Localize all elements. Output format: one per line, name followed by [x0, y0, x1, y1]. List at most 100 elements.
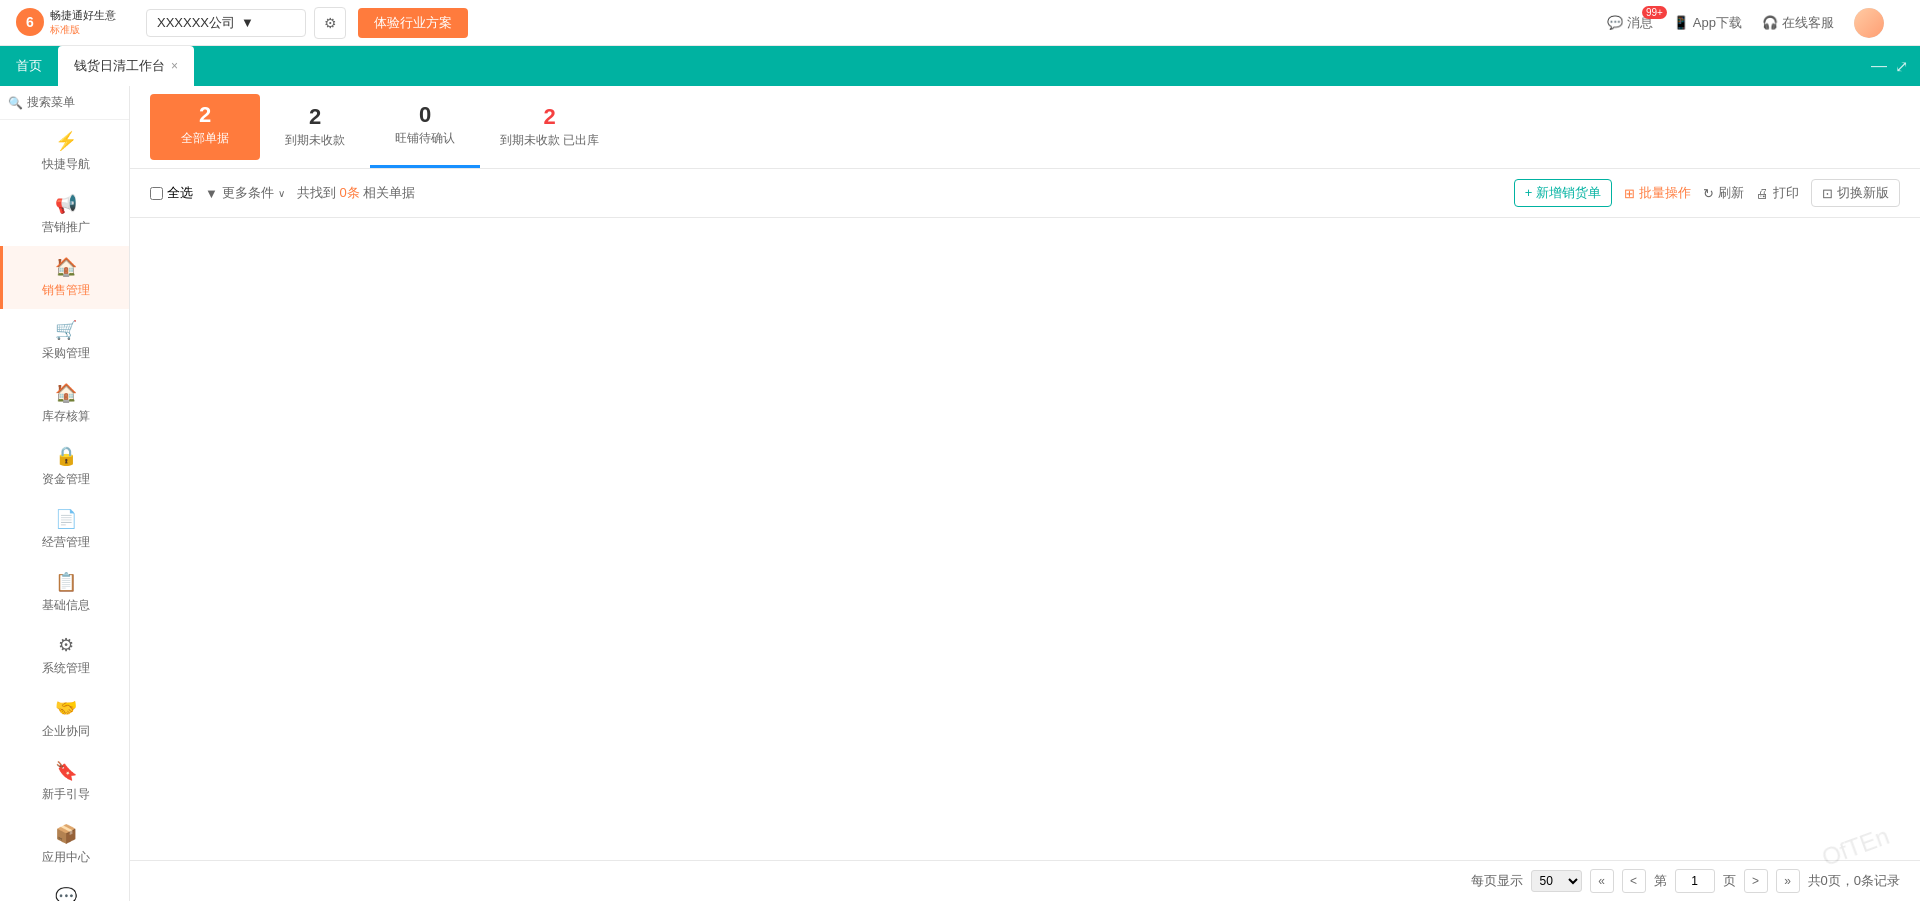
stat-tab-overdue-shipped[interactable]: 2 到期未收款 已出库	[480, 86, 619, 168]
filter-icon: ▼	[205, 186, 218, 201]
batch-icon: ⊞	[1624, 186, 1635, 201]
sidebar-item-operations[interactable]: 📄 经营管理	[0, 498, 129, 561]
tab-minimize-button[interactable]: —	[1871, 57, 1887, 75]
system-icon: ⚙	[58, 634, 74, 656]
sidebar-item-basic-info[interactable]: 📋 基础信息	[0, 561, 129, 624]
sidebar-item-operations-label: 经营管理	[42, 534, 90, 551]
app-download-label: App下载	[1693, 14, 1742, 32]
stat-num-all: 2	[199, 104, 211, 126]
page-input[interactable]	[1675, 869, 1715, 893]
per-page-select[interactable]: 50 20 100	[1531, 870, 1582, 892]
print-icon: 🖨	[1756, 186, 1769, 201]
trial-button[interactable]: 体验行业方案	[358, 8, 468, 38]
page-label: 第	[1654, 872, 1667, 890]
select-all-checkbox[interactable]: 全选	[150, 184, 193, 202]
stat-num-wangpu: 0	[419, 104, 431, 126]
logo-area: 6 畅捷通好生意 标准版	[16, 8, 146, 36]
sidebar-item-finance-label: 资金管理	[42, 471, 90, 488]
stat-num-overdue: 2	[309, 106, 321, 128]
stat-tab-wangpu[interactable]: 0 旺铺待确认	[370, 86, 480, 168]
per-page-label: 每页显示	[1471, 872, 1523, 890]
result-suffix: 相关单据	[363, 185, 415, 200]
sidebar-search[interactable]: 🔍 搜索菜单	[0, 86, 129, 120]
operations-icon: 📄	[55, 508, 77, 530]
message-badge: 99+	[1642, 6, 1667, 19]
marketing-icon: 📢	[55, 193, 77, 215]
content-area: 2 全部单据 2 到期未收款 0 旺铺待确认 2 到期未收款 已出库 全选	[130, 86, 1920, 901]
settings-button[interactable]: ⚙	[314, 7, 346, 39]
online-service-label: 在线客服	[1782, 14, 1834, 32]
filter-label: 更多条件	[222, 184, 274, 202]
stat-label-wangpu: 旺铺待确认	[395, 130, 455, 147]
new-order-button[interactable]: + 新增销货单	[1514, 179, 1612, 207]
online-service-button[interactable]: 🎧 在线客服	[1762, 14, 1834, 32]
sidebar-item-shortcut-label: 快捷导航	[42, 156, 90, 173]
app-download-button[interactable]: 📱 App下载	[1673, 14, 1742, 32]
avatar-image	[1854, 8, 1884, 38]
refresh-icon: ↻	[1703, 186, 1714, 201]
sidebar-item-appstore-label: 应用中心	[42, 849, 90, 866]
sidebar-item-purchase[interactable]: 🛒 采购管理	[0, 309, 129, 372]
sidebar-item-inventory-label: 库存核算	[42, 408, 90, 425]
stat-tab-all[interactable]: 2 全部单据	[150, 94, 260, 160]
toolbar: 全选 ▼ 更多条件 ∨ 共找到 0条 相关单据 + 新增销货单 ⊞ 批量操作 ↻	[130, 169, 1920, 218]
sidebar-item-system[interactable]: ⚙ 系统管理	[0, 624, 129, 687]
refresh-button[interactable]: ↻ 刷新	[1703, 184, 1744, 202]
last-page-button[interactable]: »	[1776, 869, 1800, 893]
sidebar-item-marketing[interactable]: 📢 营销推广	[0, 183, 129, 246]
next-page-button[interactable]: >	[1744, 869, 1768, 893]
sidebar-search-label: 搜索菜单	[27, 94, 75, 111]
first-page-icon: «	[1598, 874, 1605, 888]
print-label: 打印	[1773, 184, 1799, 202]
tab-home[interactable]: 首页	[0, 46, 58, 86]
company-selector[interactable]: XXXXXX公司 ▼	[146, 9, 306, 37]
toolbar-right: + 新增销货单 ⊞ 批量操作 ↻ 刷新 🖨 打印 ⊡ 切换新版	[1514, 179, 1900, 207]
refresh-label: 刷新	[1718, 184, 1744, 202]
shortcut-icon: ⚡	[55, 130, 77, 152]
sidebar-item-sales[interactable]: 🏠 销售管理	[0, 246, 129, 309]
stat-label-overdue-shipped: 到期未收款 已出库	[500, 132, 599, 149]
sidebar-item-system-label: 系统管理	[42, 660, 90, 677]
first-page-button[interactable]: «	[1590, 869, 1614, 893]
switch-label: 切换新版	[1837, 184, 1889, 202]
appstore-icon: 📦	[55, 823, 77, 845]
sidebar-item-basic-info-label: 基础信息	[42, 597, 90, 614]
logo-badge: 标准版	[50, 23, 116, 37]
chevron-icon: ∨	[278, 188, 285, 199]
tab-active[interactable]: 钱货日清工作台 ×	[58, 46, 194, 86]
checkbox-input[interactable]	[150, 187, 163, 200]
print-button[interactable]: 🖨 打印	[1756, 184, 1799, 202]
sidebar-item-enterprise[interactable]: 🤝 企业协同	[0, 687, 129, 750]
result-text: 共找到 0条 相关单据	[297, 184, 415, 202]
sidebar-item-wechat[interactable]: 💬 企业微信	[0, 876, 129, 901]
prev-page-button[interactable]: <	[1622, 869, 1646, 893]
sidebar-item-appstore[interactable]: 📦 应用中心	[0, 813, 129, 876]
logo-icon: 6	[16, 8, 44, 36]
tab-close-icon[interactable]: ×	[171, 59, 178, 73]
tab-bar-actions: — ⤢	[1871, 57, 1920, 76]
sidebar-item-shortcut[interactable]: ⚡ 快捷导航	[0, 120, 129, 183]
batch-button[interactable]: ⊞ 批量操作	[1624, 184, 1691, 202]
stat-tab-overdue[interactable]: 2 到期未收款	[260, 86, 370, 168]
table-area	[130, 218, 1920, 860]
message-button[interactable]: 💬 消息 99+	[1607, 14, 1653, 32]
sidebar-item-newbie-label: 新手引导	[42, 786, 90, 803]
result-count: 0条	[340, 185, 360, 200]
sales-icon: 🏠	[55, 256, 77, 278]
batch-label: 批量操作	[1639, 184, 1691, 202]
stat-label-all: 全部单据	[181, 130, 229, 147]
download-icon: 📱	[1673, 15, 1689, 30]
sidebar-item-finance[interactable]: 🔒 资金管理	[0, 435, 129, 498]
avatar[interactable]	[1854, 8, 1884, 38]
filter-button[interactable]: ▼ 更多条件 ∨	[205, 184, 285, 202]
main-layout: 🔍 搜索菜单 ⚡ 快捷导航 📢 营销推广 🏠 销售管理 🛒 采购管理 🏠 库存核…	[0, 86, 1920, 901]
switch-version-button[interactable]: ⊡ 切换新版	[1811, 179, 1900, 207]
prev-page-icon: <	[1630, 874, 1637, 888]
stat-label-overdue: 到期未收款	[285, 132, 345, 149]
sidebar-item-newbie[interactable]: 🔖 新手引导	[0, 750, 129, 813]
newbie-icon: 🔖	[55, 760, 77, 782]
sidebar-item-inventory[interactable]: 🏠 库存核算	[0, 372, 129, 435]
select-all-label: 全选	[167, 184, 193, 202]
tab-maximize-button[interactable]: ⤢	[1895, 57, 1908, 76]
company-name: XXXXXX公司	[157, 14, 235, 32]
